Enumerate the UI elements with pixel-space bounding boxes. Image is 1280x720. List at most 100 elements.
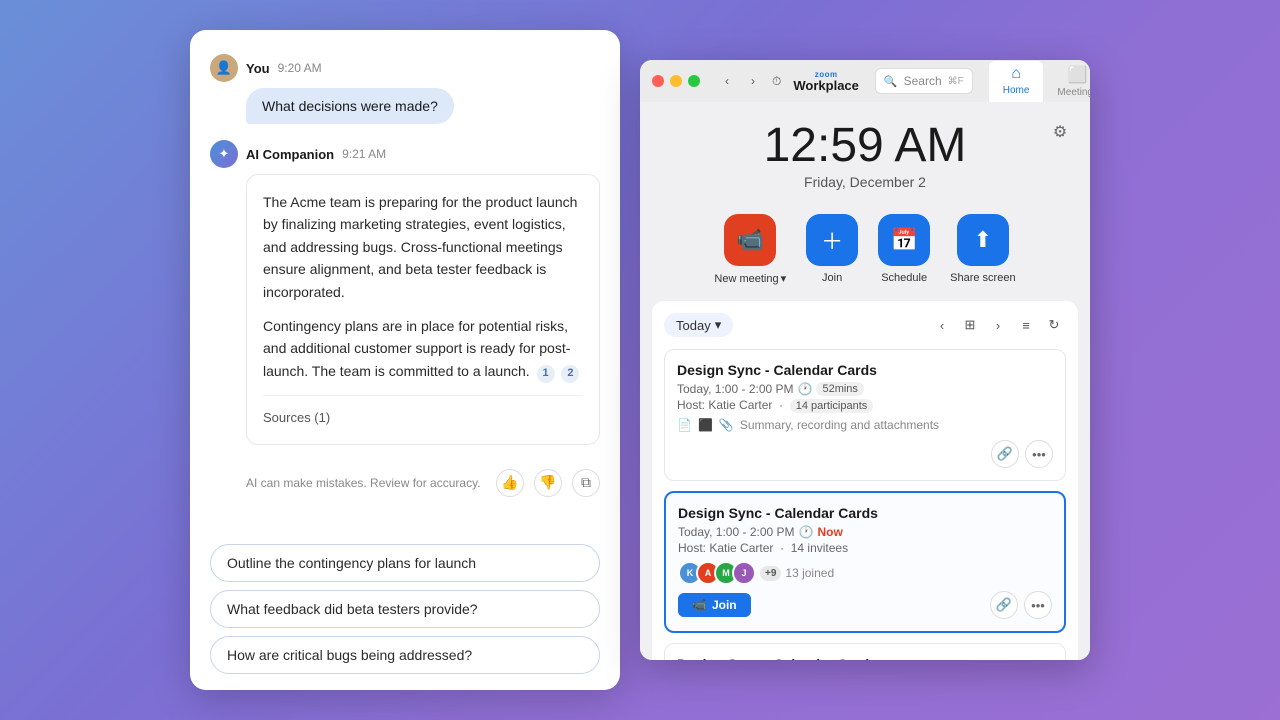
ai-message-row: ✦ AI Companion 9:21 AM The Acme team is … xyxy=(210,140,600,445)
calendar-refresh-button[interactable]: ↻ xyxy=(1042,313,1066,337)
join-meeting-button[interactable]: 📹 Join xyxy=(678,593,751,617)
zoom-main-content: 12:59 AM Friday, December 2 ⚙ 📹 New meet… xyxy=(640,102,1090,660)
thumbs-down-button[interactable]: 👎 xyxy=(534,469,562,497)
share-screen-icon: ⬆ xyxy=(957,214,1009,266)
action-buttons-row: 📹 New meeting ▾ ＋ Join 📅 Schedule ⬆ Shar… xyxy=(640,206,1090,301)
new-meeting-button[interactable]: 📹 New meeting ▾ xyxy=(714,214,786,285)
user-message-row: 👤 You 9:20 AM What decisions were made? xyxy=(210,54,600,124)
new-meeting-icon: 📹 xyxy=(724,214,776,266)
tab-home-label: Home xyxy=(1003,85,1030,96)
minimize-icon[interactable] xyxy=(670,75,682,87)
more-avatars-badge: +9 xyxy=(760,566,781,581)
zoom-logo: zoom Workplace xyxy=(793,71,859,92)
meeting-1-actions: 🔗 ••• xyxy=(677,440,1053,468)
copy-button[interactable]: ⧉ xyxy=(572,469,600,497)
ai-paragraph-2-text: Contingency plans are in place for poten… xyxy=(263,318,570,379)
citation-2[interactable]: 2 xyxy=(561,365,579,383)
ai-time: 9:21 AM xyxy=(342,147,386,161)
schedule-button[interactable]: 📅 Schedule xyxy=(878,214,930,285)
tab-meetings[interactable]: ⬜ Meetings xyxy=(1043,61,1090,102)
meeting-1-attachments: 📄 ⬛ 📎 Summary, recording and attachments xyxy=(677,418,1053,432)
meeting-1-participants: 14 participants xyxy=(790,399,874,413)
new-meeting-label: New meeting ▾ xyxy=(714,272,786,285)
meeting-2-actions: 🔗 ••• xyxy=(990,591,1052,619)
meeting-2-time: Today, 1:00 - 2:00 PM 🕐 Now xyxy=(678,525,1052,539)
sources-button[interactable]: Sources (1) xyxy=(263,410,330,425)
join-label: Join xyxy=(822,272,842,284)
avatar-4: J xyxy=(732,561,756,585)
settings-button[interactable]: ⚙ xyxy=(1046,118,1074,146)
meeting-1-time: Today, 1:00 - 2:00 PM 🕐 52mins xyxy=(677,382,1053,396)
close-icon[interactable] xyxy=(652,75,664,87)
ai-sender-info: ✦ AI Companion 9:21 AM xyxy=(210,140,600,168)
meeting-2-avatars: K A M J +9 13 joined xyxy=(678,561,1052,585)
search-placeholder: Search xyxy=(904,74,942,88)
calendar-filter-button[interactable]: ≡ xyxy=(1014,313,1038,337)
history-button[interactable]: ⏱ xyxy=(772,70,781,92)
zoom-nav-tabs: ⌂ Home ⬜ Meetings ✉ Mail xyxy=(989,61,1090,102)
suggestion-3[interactable]: How are critical bugs being addressed? xyxy=(210,636,600,674)
ai-name: AI Companion xyxy=(246,147,334,162)
meeting-card-2-active: Design Sync - Calendar Cards Today, 1:00… xyxy=(664,491,1066,633)
clock-time: 12:59 AM xyxy=(764,122,967,170)
feedback-text: AI can make mistakes. Review for accurac… xyxy=(246,476,486,490)
maximize-icon[interactable] xyxy=(688,75,700,87)
zoom-workplace-label: Workplace xyxy=(793,79,859,92)
calendar-section: Today ▾ ‹ ⊞ › ≡ ↻ Design Sync - Calendar… xyxy=(652,301,1078,660)
tab-home[interactable]: ⌂ Home xyxy=(989,61,1044,102)
ai-paragraph-2: Contingency plans are in place for poten… xyxy=(263,315,583,383)
traffic-lights xyxy=(652,75,700,87)
share-screen-button[interactable]: ⬆ Share screen xyxy=(950,214,1015,285)
now-badge: Now xyxy=(817,525,842,539)
zoom-clock-header: 12:59 AM Friday, December 2 ⚙ xyxy=(640,102,1090,206)
user-question-text: What decisions were made? xyxy=(262,98,438,114)
share-screen-label: Share screen xyxy=(950,272,1015,284)
suggestion-2[interactable]: What feedback did beta testers provide? xyxy=(210,590,600,628)
calendar-forward-button[interactable]: › xyxy=(986,313,1010,337)
meeting-1-duration: 52mins xyxy=(816,382,863,396)
schedule-icon: 📅 xyxy=(878,214,930,266)
meeting-1-reaction-button[interactable]: 🔗 xyxy=(991,440,1019,468)
meeting-2-more-button[interactable]: ••• xyxy=(1024,591,1052,619)
home-icon: ⌂ xyxy=(1011,65,1021,83)
tab-meetings-label: Meetings xyxy=(1057,87,1090,98)
ai-paragraph-1: The Acme team is preparing for the produ… xyxy=(263,191,583,303)
meeting-2-host: Host: Katie Carter · 14 invitees xyxy=(678,541,1052,555)
citation-1[interactable]: 1 xyxy=(537,365,555,383)
back-button[interactable]: ‹ xyxy=(716,70,738,92)
meeting-3-title: Design Sync - Calendar Cards xyxy=(677,656,1053,660)
user-avatar: 👤 xyxy=(210,54,238,82)
zoom-titlebar: ‹ › ⏱ zoom Workplace 🔍 Search ⌘F ⌂ Home … xyxy=(640,60,1090,102)
user-time: 9:20 AM xyxy=(278,61,322,75)
chat-panel: 👤 You 9:20 AM What decisions were made? … xyxy=(190,30,620,690)
today-button[interactable]: Today ▾ xyxy=(664,313,733,337)
calendar-back-button[interactable]: ‹ xyxy=(930,313,954,337)
search-bar[interactable]: 🔍 Search ⌘F xyxy=(875,68,973,94)
nav-arrows: ‹ › xyxy=(716,70,764,92)
user-sender-info: 👤 You 9:20 AM xyxy=(210,54,600,82)
user-question-bubble: What decisions were made? xyxy=(246,88,454,124)
join-icon: ＋ xyxy=(806,214,858,266)
calendar-nav: ‹ ⊞ › ≡ ↻ xyxy=(930,313,1066,337)
zoom-panel: ‹ › ⏱ zoom Workplace 🔍 Search ⌘F ⌂ Home … xyxy=(640,60,1090,660)
search-icon: 🔍 xyxy=(884,75,898,88)
schedule-label: Schedule xyxy=(881,272,927,284)
meeting-1-more-button[interactable]: ••• xyxy=(1025,440,1053,468)
ai-avatar: ✦ xyxy=(210,140,238,168)
sources-row: Sources (1) xyxy=(263,395,583,428)
suggestion-1[interactable]: Outline the contingency plans for launch xyxy=(210,544,600,582)
joined-count: 13 joined xyxy=(785,566,834,580)
clock-date: Friday, December 2 xyxy=(804,174,926,190)
forward-button[interactable]: › xyxy=(742,70,764,92)
meeting-card-1: Design Sync - Calendar Cards Today, 1:00… xyxy=(664,349,1066,481)
search-shortcut: ⌘F xyxy=(948,76,964,87)
meeting-2-title: Design Sync - Calendar Cards xyxy=(678,505,1052,521)
meeting-1-title: Design Sync - Calendar Cards xyxy=(677,362,1053,378)
thumbs-up-button[interactable]: 👍 xyxy=(496,469,524,497)
meeting-1-host: Host: Katie Carter · 14 participants xyxy=(677,398,1053,412)
meeting-2-link-button[interactable]: 🔗 xyxy=(990,591,1018,619)
join-button[interactable]: ＋ Join xyxy=(806,214,858,285)
calendar-add-button[interactable]: ⊞ xyxy=(958,313,982,337)
ai-response-card: The Acme team is preparing for the produ… xyxy=(246,174,600,445)
meeting-2-bottom-row: 📹 Join 🔗 ••• xyxy=(678,591,1052,619)
